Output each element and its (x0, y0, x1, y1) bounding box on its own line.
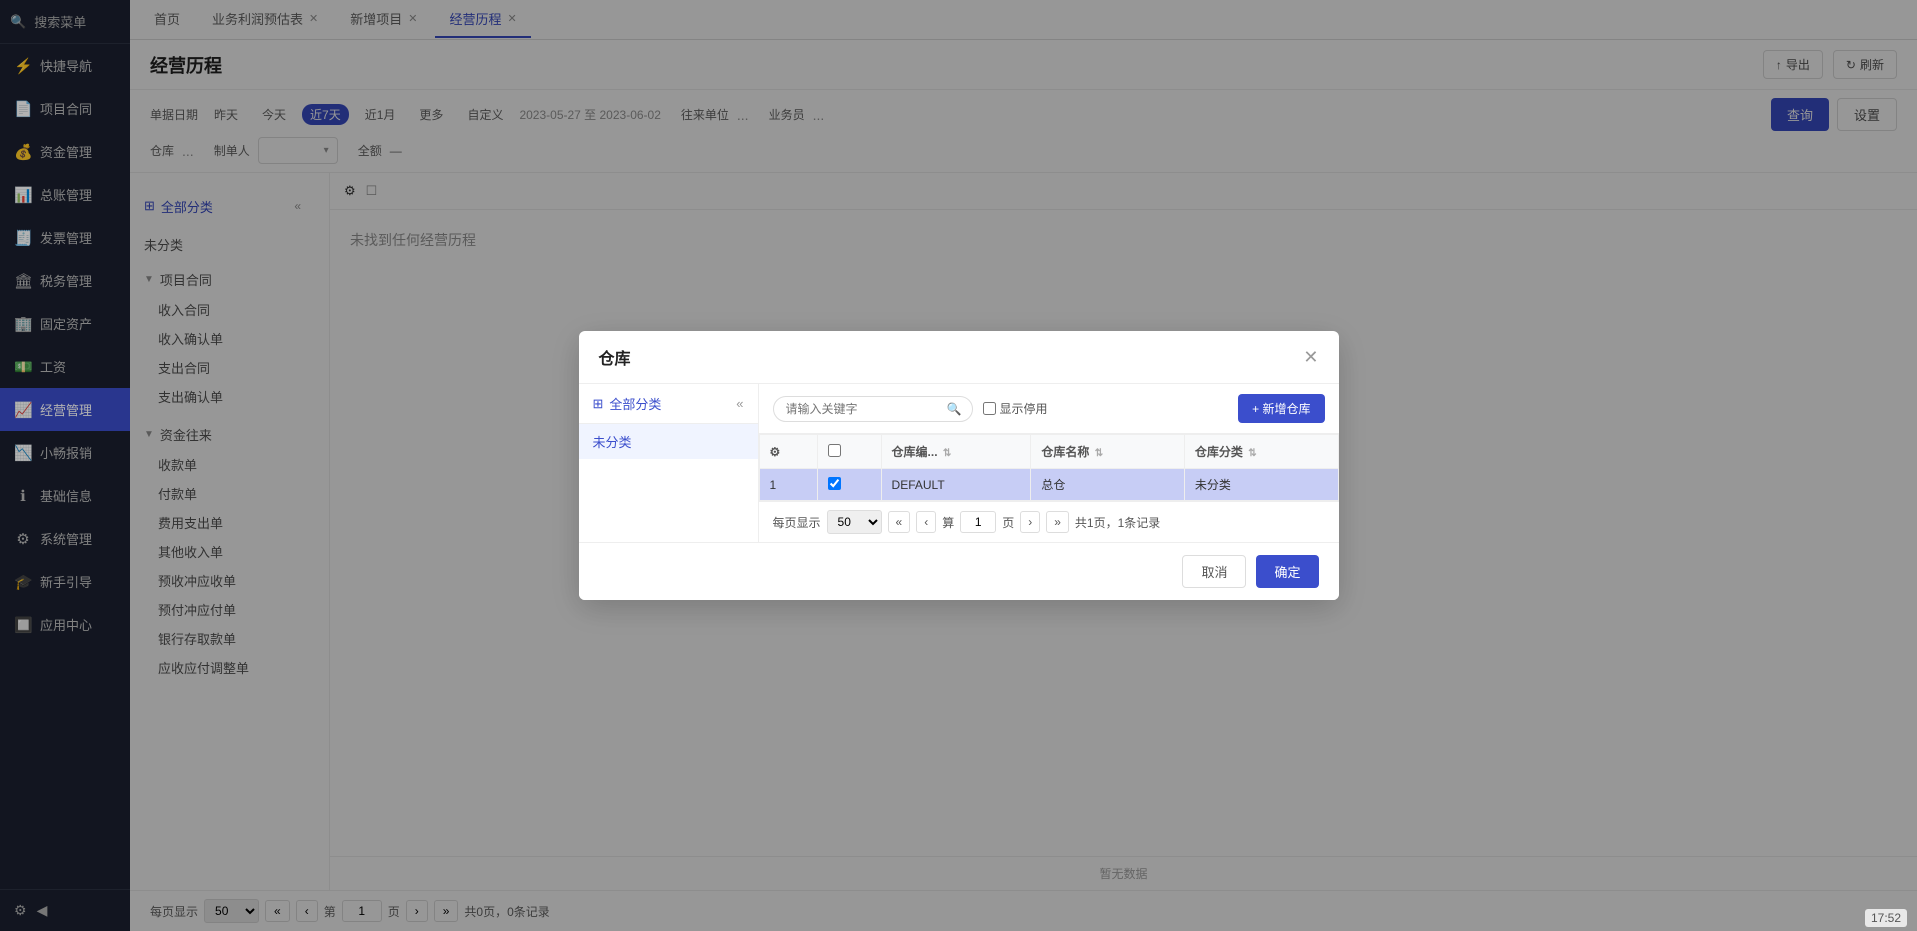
modal-body: ⊞ 全部分类 « 未分类 🔍 (579, 384, 1339, 542)
th-checkbox (818, 435, 881, 469)
th-code[interactable]: 仓库编... ⇅ (881, 435, 1031, 469)
row-name: 总仓 (1031, 469, 1185, 501)
modal-pagination: 每页显示 50 100 « ‹ 算 页 › » 共1页，1条记录 (773, 510, 1161, 534)
select-all-checkbox[interactable] (828, 444, 841, 457)
row-code: DEFAULT (881, 469, 1031, 501)
time-display: 17:52 (1865, 909, 1907, 927)
th-name[interactable]: 仓库名称 ⇅ (1031, 435, 1185, 469)
modal-page-input[interactable] (960, 511, 996, 533)
show-disabled-checkbox[interactable] (983, 402, 996, 415)
show-disabled-label[interactable]: 显示停用 (983, 400, 1048, 417)
modal-page-word: 算 (942, 514, 954, 531)
modal-left-header: ⊞ 全部分类 « (579, 384, 758, 424)
modal-left-title: ⊞ 全部分类 (593, 394, 662, 413)
modal-title: 仓库 (599, 345, 631, 369)
modal-toolbar: 🔍 显示停用 + 新增仓库 (759, 384, 1339, 434)
table-row[interactable]: 1 DEFAULT 总仓 未分类 (759, 469, 1338, 501)
modal-page-last[interactable]: » (1046, 511, 1069, 533)
cancel-button[interactable]: 取消 (1182, 555, 1246, 588)
modal-actions-bar: 取消 确定 (579, 542, 1339, 600)
modal-table-body: 1 DEFAULT 总仓 未分类 (759, 469, 1338, 501)
sort-icon-name: ⇅ (1095, 448, 1103, 459)
modal-backdrop: 仓库 ✕ ⊞ 全部分类 « 未分类 (0, 0, 1917, 931)
modal-page-prev[interactable]: ‹ (916, 511, 936, 533)
modal-per-page-label: 每页显示 (773, 514, 821, 531)
system-tray: 17:52 (1855, 905, 1917, 931)
modal-header: 仓库 ✕ (579, 331, 1339, 384)
th-category[interactable]: 仓库分类 ⇅ (1184, 435, 1338, 469)
th-gear: ⚙ (759, 435, 818, 469)
confirm-button[interactable]: 确定 (1256, 555, 1318, 588)
modal-page-next-label: 页 (1002, 514, 1014, 531)
modal-page-next[interactable]: › (1020, 511, 1040, 533)
modal-table: ⚙ 仓库编... ⇅ 仓库名称 ⇅ (759, 434, 1339, 501)
row-index: 1 (759, 469, 818, 501)
modal-page-first[interactable]: « (888, 511, 911, 533)
modal-per-page-select[interactable]: 50 100 (827, 510, 882, 534)
sort-icon-category: ⇅ (1248, 448, 1256, 459)
warehouse-modal: 仓库 ✕ ⊞ 全部分类 « 未分类 (579, 331, 1339, 600)
modal-search-icon: 🔍 (947, 402, 962, 416)
modal-total-info: 共1页，1条记录 (1075, 514, 1160, 531)
row-category: 未分类 (1184, 469, 1338, 501)
modal-search-input[interactable] (786, 402, 941, 416)
add-warehouse-button[interactable]: + 新增仓库 (1238, 394, 1324, 423)
warehouse-table: ⚙ 仓库编... ⇅ 仓库名称 ⇅ (759, 434, 1339, 501)
row-checkbox[interactable] (818, 469, 881, 501)
modal-footer: 每页显示 50 100 « ‹ 算 页 › » 共1页，1条记录 (759, 501, 1339, 542)
sort-icon-code: ⇅ (943, 448, 951, 459)
modal-left-scroll: 未分类 (579, 424, 758, 542)
modal-close-button[interactable]: ✕ (1303, 347, 1318, 368)
gear-icon-th[interactable]: ⚙ (770, 445, 781, 459)
modal-search-box: 🔍 (773, 396, 973, 422)
modal-left-item-unclassified[interactable]: 未分类 (579, 424, 758, 459)
modal-left-collapse-button[interactable]: « (736, 396, 743, 411)
grid-icon-modal: ⊞ (593, 396, 604, 412)
table-header: ⚙ 仓库编... ⇅ 仓库名称 ⇅ (759, 435, 1338, 469)
modal-left-panel: ⊞ 全部分类 « 未分类 (579, 384, 759, 542)
modal-right-panel: 🔍 显示停用 + 新增仓库 ⚙ (759, 384, 1339, 542)
